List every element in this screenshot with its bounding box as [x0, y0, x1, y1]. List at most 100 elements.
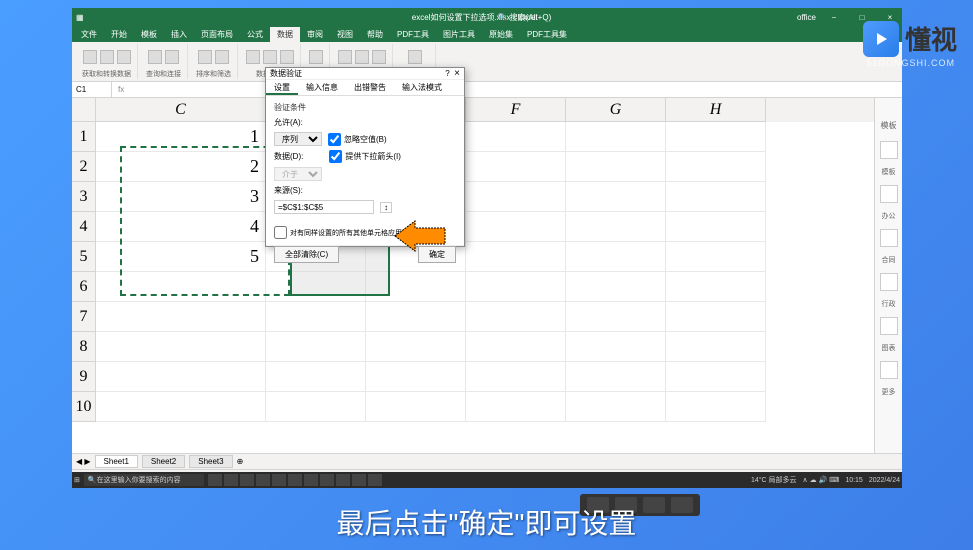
consolidate-icon[interactable] [280, 50, 294, 64]
dialog-tab-settings[interactable]: 设置 [266, 80, 298, 95]
ok-button[interactable]: 确定 [418, 246, 456, 263]
connections-icon[interactable] [165, 50, 179, 64]
menu-layout[interactable]: 页面布局 [194, 27, 240, 42]
cell-C5[interactable]: 5 [96, 242, 266, 272]
text-to-col-icon[interactable] [246, 50, 260, 64]
taskbar-app-1[interactable] [208, 474, 222, 486]
taskbar-app-9[interactable] [336, 474, 350, 486]
row-header-10[interactable]: 10 [72, 392, 96, 422]
menu-review[interactable]: 审阅 [300, 27, 330, 42]
menu-formula[interactable]: 公式 [240, 27, 270, 42]
template-icon[interactable] [880, 141, 898, 159]
cell-C3[interactable]: 3 [96, 182, 266, 212]
contract-icon[interactable] [880, 229, 898, 247]
dialog-tab-error[interactable]: 出错警告 [346, 80, 394, 95]
taskbar-app-6[interactable] [288, 474, 302, 486]
invoice-icon[interactable] [408, 50, 422, 64]
office-icon[interactable] [880, 185, 898, 203]
dialog-title-text: 数据验证 [270, 68, 302, 79]
row-header-5[interactable]: 5 [72, 242, 96, 272]
sort-icon[interactable] [198, 50, 212, 64]
menu-template[interactable]: 模板 [134, 27, 164, 42]
row-header-9[interactable]: 9 [72, 362, 96, 392]
taskbar-app-2[interactable] [224, 474, 238, 486]
group-icon[interactable] [338, 50, 352, 64]
cell-C2[interactable]: 2 [96, 152, 266, 182]
range-picker-icon[interactable]: ↕ [380, 202, 392, 213]
col-header-H[interactable]: H [666, 98, 766, 122]
clock-time[interactable]: 10:15 [845, 477, 863, 484]
sheet-tab-1[interactable]: Sheet1 [95, 455, 138, 468]
row-header-4[interactable]: 4 [72, 212, 96, 242]
from-text-icon[interactable] [100, 50, 114, 64]
cell-C4[interactable]: 4 [96, 212, 266, 242]
taskbar-search[interactable]: 🔍 在这里输入你要搜索的内容 [84, 474, 204, 486]
menu-data[interactable]: 数据 [270, 27, 300, 42]
dialog-tab-ime[interactable]: 输入法模式 [394, 80, 450, 95]
from-web-icon[interactable] [117, 50, 131, 64]
select-all-corner[interactable] [72, 98, 96, 122]
dialog-close-button[interactable]: × [454, 68, 460, 79]
menu-bar: 文件 开始 模板 插入 页面布局 公式 数据 审阅 视图 帮助 PDF工具 图片… [72, 26, 902, 42]
cell-C1[interactable]: 1 [96, 122, 266, 152]
allow-select[interactable]: 序列 [274, 132, 322, 146]
menu-view[interactable]: 视图 [330, 27, 360, 42]
get-data-icon[interactable] [83, 50, 97, 64]
admin-icon[interactable] [880, 273, 898, 291]
row-header-7[interactable]: 7 [72, 302, 96, 332]
office-label: office [797, 13, 816, 22]
chart-icon[interactable] [880, 317, 898, 335]
row-header-3[interactable]: 3 [72, 182, 96, 212]
dialog-tab-input[interactable]: 输入信息 [298, 80, 346, 95]
menu-image[interactable]: 图片工具 [436, 27, 482, 42]
taskbar-app-10[interactable] [352, 474, 366, 486]
col-header-G[interactable]: G [566, 98, 666, 122]
start-button[interactable]: ⊞ [74, 476, 80, 484]
menu-original[interactable]: 原始集 [482, 27, 520, 42]
dropdown-checkbox[interactable] [329, 150, 342, 163]
row-header-8[interactable]: 8 [72, 332, 96, 362]
source-input[interactable] [274, 200, 374, 214]
menu-help[interactable]: 帮助 [360, 27, 390, 42]
tray-icons[interactable]: ∧ ☁ 🔊 ⌨ [803, 476, 840, 484]
name-box[interactable]: C1 [72, 82, 112, 97]
menu-insert[interactable]: 插入 [164, 27, 194, 42]
weather-widget[interactable]: 14°C 局部多云 [751, 475, 797, 485]
col-header-C[interactable]: C [96, 98, 266, 122]
minimize-button[interactable]: − [824, 13, 844, 22]
search-icon: 🔍 [88, 476, 97, 484]
panel-header[interactable]: 模板 [877, 118, 901, 133]
subtotal-icon[interactable] [372, 50, 386, 64]
row-header-6[interactable]: 6 [72, 272, 96, 302]
taskbar-app-7[interactable] [304, 474, 318, 486]
taskbar-app-5[interactable] [272, 474, 286, 486]
menu-file[interactable]: 文件 [74, 27, 104, 42]
row-header-1[interactable]: 1 [72, 122, 96, 152]
menu-home[interactable]: 开始 [104, 27, 134, 42]
fx-icon[interactable]: fx [112, 85, 130, 94]
menu-pdfset[interactable]: PDF工具集 [520, 27, 574, 42]
sheet-tab-2[interactable]: Sheet2 [142, 455, 185, 468]
clear-all-button[interactable]: 全部清除(C) [274, 246, 339, 263]
taskbar-app-11[interactable] [368, 474, 382, 486]
ignore-blank-checkbox[interactable] [328, 133, 341, 146]
taskbar-app-8[interactable] [320, 474, 334, 486]
taskbar-app-3[interactable] [240, 474, 254, 486]
sheet-tab-3[interactable]: Sheet3 [189, 455, 232, 468]
validation-icon[interactable] [263, 50, 277, 64]
refresh-icon[interactable] [148, 50, 162, 64]
add-sheet-button[interactable]: ⊕ [237, 457, 244, 466]
menu-pdf[interactable]: PDF工具 [390, 27, 436, 42]
whatif-icon[interactable] [309, 50, 323, 64]
apply-all-checkbox[interactable] [274, 226, 287, 239]
search-box[interactable]: 🔍 搜索(Alt+Q) [498, 12, 552, 23]
cells-area[interactable]: 1 2 3 4 5 [96, 122, 874, 422]
row-header-2[interactable]: 2 [72, 152, 96, 182]
ungroup-icon[interactable] [355, 50, 369, 64]
filter-icon[interactable] [215, 50, 229, 64]
more-icon[interactable] [880, 361, 898, 379]
dialog-help-button[interactable]: ? [445, 69, 449, 78]
col-header-F[interactable]: F [466, 98, 566, 122]
clock-date[interactable]: 2022/4/24 [869, 477, 900, 484]
taskbar-app-4[interactable] [256, 474, 270, 486]
